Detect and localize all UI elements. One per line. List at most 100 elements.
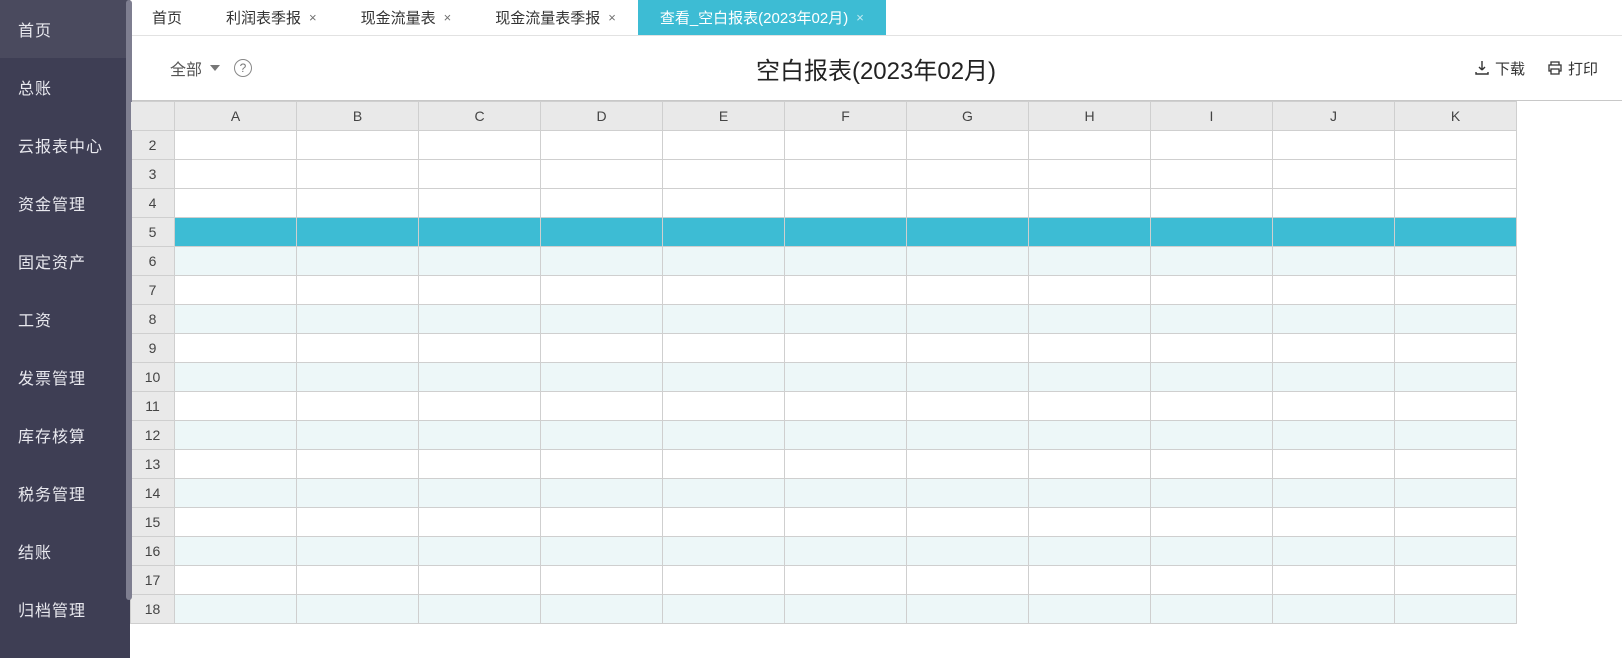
cell-F12[interactable]: [785, 421, 907, 450]
cell-I8[interactable]: [1151, 305, 1273, 334]
cell-D9[interactable]: [541, 334, 663, 363]
cell-K10[interactable]: [1395, 363, 1517, 392]
column-header-C[interactable]: C: [419, 102, 541, 131]
cell-B17[interactable]: [297, 566, 419, 595]
cell-F7[interactable]: [785, 276, 907, 305]
cell-E14[interactable]: [663, 479, 785, 508]
cell-B14[interactable]: [297, 479, 419, 508]
cell-J4[interactable]: [1273, 189, 1395, 218]
cell-G12[interactable]: [907, 421, 1029, 450]
row-header-2[interactable]: 2: [131, 131, 175, 160]
column-header-B[interactable]: B: [297, 102, 419, 131]
spreadsheet[interactable]: ABCDEFGHIJK23456789101112131415161718: [130, 100, 1622, 658]
cell-C18[interactable]: [419, 595, 541, 624]
cell-C7[interactable]: [419, 276, 541, 305]
row-header-8[interactable]: 8: [131, 305, 175, 334]
cell-H9[interactable]: [1029, 334, 1151, 363]
cell-J7[interactable]: [1273, 276, 1395, 305]
row-header-9[interactable]: 9: [131, 334, 175, 363]
column-header-D[interactable]: D: [541, 102, 663, 131]
close-icon[interactable]: ×: [856, 10, 864, 25]
cell-B16[interactable]: [297, 537, 419, 566]
cell-E7[interactable]: [663, 276, 785, 305]
cell-B5[interactable]: [297, 218, 419, 247]
cell-D3[interactable]: [541, 160, 663, 189]
cell-A13[interactable]: [175, 450, 297, 479]
cell-G16[interactable]: [907, 537, 1029, 566]
close-icon[interactable]: ×: [608, 10, 616, 25]
cell-I16[interactable]: [1151, 537, 1273, 566]
cell-D18[interactable]: [541, 595, 663, 624]
cell-F15[interactable]: [785, 508, 907, 537]
cell-J5[interactable]: [1273, 218, 1395, 247]
cell-I14[interactable]: [1151, 479, 1273, 508]
row-header-11[interactable]: 11: [131, 392, 175, 421]
cell-G15[interactable]: [907, 508, 1029, 537]
cell-B2[interactable]: [297, 131, 419, 160]
print-button[interactable]: 打印: [1547, 58, 1598, 79]
cell-K17[interactable]: [1395, 566, 1517, 595]
cell-H4[interactable]: [1029, 189, 1151, 218]
cell-E16[interactable]: [663, 537, 785, 566]
cell-E5[interactable]: [663, 218, 785, 247]
cell-A6[interactable]: [175, 247, 297, 276]
cell-F3[interactable]: [785, 160, 907, 189]
cell-K3[interactable]: [1395, 160, 1517, 189]
cell-C4[interactable]: [419, 189, 541, 218]
sidebar-item-0[interactable]: 首页: [0, 0, 130, 58]
cell-G10[interactable]: [907, 363, 1029, 392]
cell-J17[interactable]: [1273, 566, 1395, 595]
cell-E2[interactable]: [663, 131, 785, 160]
cell-F17[interactable]: [785, 566, 907, 595]
cell-H7[interactable]: [1029, 276, 1151, 305]
tab-0[interactable]: 首页: [130, 0, 204, 35]
cell-K8[interactable]: [1395, 305, 1517, 334]
cell-F6[interactable]: [785, 247, 907, 276]
cell-C8[interactable]: [419, 305, 541, 334]
cell-C15[interactable]: [419, 508, 541, 537]
cell-H17[interactable]: [1029, 566, 1151, 595]
column-header-G[interactable]: G: [907, 102, 1029, 131]
cell-K15[interactable]: [1395, 508, 1517, 537]
column-header-F[interactable]: F: [785, 102, 907, 131]
column-header-I[interactable]: I: [1151, 102, 1273, 131]
cell-H13[interactable]: [1029, 450, 1151, 479]
cell-E9[interactable]: [663, 334, 785, 363]
cell-D5[interactable]: [541, 218, 663, 247]
cell-K14[interactable]: [1395, 479, 1517, 508]
cell-C10[interactable]: [419, 363, 541, 392]
cell-I12[interactable]: [1151, 421, 1273, 450]
cell-C3[interactable]: [419, 160, 541, 189]
cell-H18[interactable]: [1029, 595, 1151, 624]
cell-J11[interactable]: [1273, 392, 1395, 421]
cell-I15[interactable]: [1151, 508, 1273, 537]
cell-E17[interactable]: [663, 566, 785, 595]
cell-C16[interactable]: [419, 537, 541, 566]
cell-G5[interactable]: [907, 218, 1029, 247]
cell-E12[interactable]: [663, 421, 785, 450]
cell-D6[interactable]: [541, 247, 663, 276]
cell-J10[interactable]: [1273, 363, 1395, 392]
sidebar-item-3[interactable]: 资金管理: [0, 174, 130, 232]
select-all-corner[interactable]: [131, 102, 175, 131]
cell-E15[interactable]: [663, 508, 785, 537]
cell-H2[interactable]: [1029, 131, 1151, 160]
sidebar-item-6[interactable]: 发票管理: [0, 348, 130, 406]
cell-C11[interactable]: [419, 392, 541, 421]
cell-B11[interactable]: [297, 392, 419, 421]
cell-B9[interactable]: [297, 334, 419, 363]
cell-E11[interactable]: [663, 392, 785, 421]
cell-D4[interactable]: [541, 189, 663, 218]
row-header-7[interactable]: 7: [131, 276, 175, 305]
cell-G8[interactable]: [907, 305, 1029, 334]
cell-F5[interactable]: [785, 218, 907, 247]
cell-A10[interactable]: [175, 363, 297, 392]
sidebar-item-1[interactable]: 总账: [0, 58, 130, 116]
close-icon[interactable]: ×: [444, 10, 452, 25]
row-header-6[interactable]: 6: [131, 247, 175, 276]
tab-2[interactable]: 现金流量表×: [339, 0, 474, 35]
cell-I2[interactable]: [1151, 131, 1273, 160]
cell-J18[interactable]: [1273, 595, 1395, 624]
cell-J3[interactable]: [1273, 160, 1395, 189]
cell-I13[interactable]: [1151, 450, 1273, 479]
